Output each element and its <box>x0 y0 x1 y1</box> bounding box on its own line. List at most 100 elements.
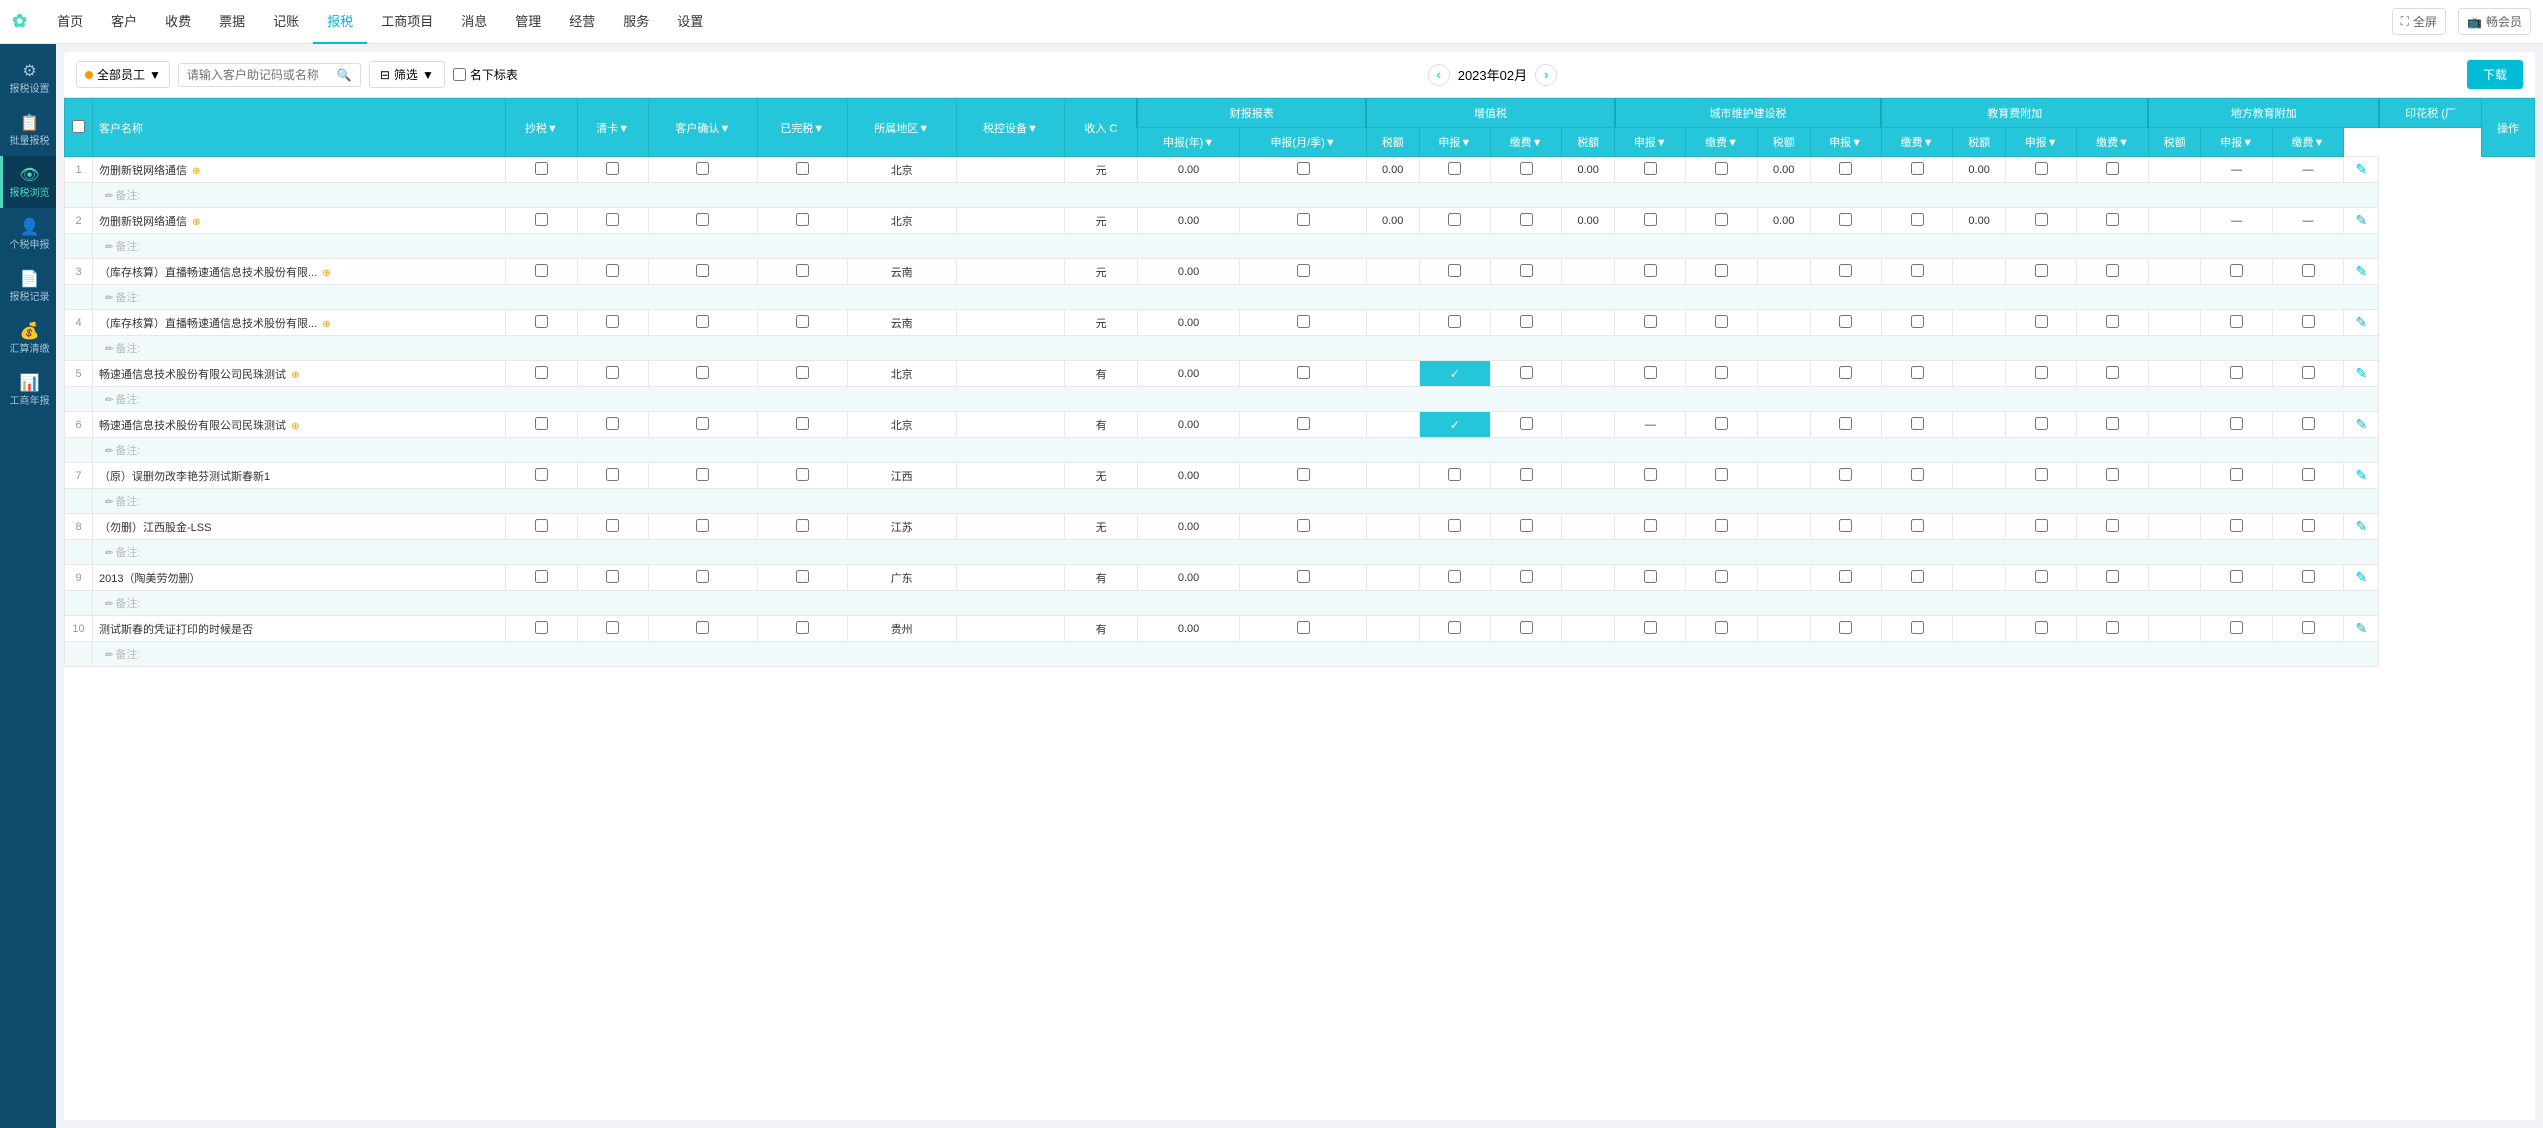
cp-checkbox[interactable] <box>1715 213 1728 226</box>
clear-card-checkbox[interactable] <box>606 213 619 226</box>
edit-icon[interactable]: ✎ <box>2355 365 2367 381</box>
search-input[interactable] <box>187 68 337 82</box>
vip-button[interactable]: 📺 畅会员 <box>2458 8 2531 35</box>
copy-tax-checkbox[interactable] <box>535 264 548 277</box>
edu-pay-cell <box>1881 157 1952 183</box>
nav-message[interactable]: 消息 <box>447 0 501 44</box>
nav-commerce[interactable]: 工商项目 <box>367 0 447 44</box>
lp-checkbox[interactable] <box>2106 213 2119 226</box>
nav-service[interactable]: 服务 <box>609 0 663 44</box>
income-cell: 元 <box>1065 208 1137 234</box>
sidebar-item-batch-tax[interactable]: 📋 批量报税 <box>0 104 56 156</box>
rm-checkbox[interactable] <box>1297 213 1310 226</box>
action-cell[interactable]: ✎ <box>2344 310 2379 336</box>
cr-checkbox[interactable] <box>1644 213 1657 226</box>
confirm-checkbox[interactable] <box>696 213 709 226</box>
ep-checkbox[interactable] <box>1911 162 1924 175</box>
paid-checkbox[interactable] <box>796 264 809 277</box>
edit-icon[interactable]: ✎ <box>2355 314 2367 330</box>
date-next-button[interactable]: › <box>1535 64 1557 86</box>
vp-checkbox[interactable] <box>1520 162 1533 175</box>
row-num: 4 <box>65 310 93 336</box>
copy-tax-checkbox[interactable] <box>535 213 548 226</box>
sidebar-item-annual-settlement[interactable]: 💰 汇算清缴 <box>0 312 56 364</box>
vr-checkbox[interactable] <box>1448 213 1461 226</box>
edit-icon[interactable]: ✎ <box>2355 620 2367 636</box>
col-group-stamp: 印花税 (厂 <box>2379 99 2482 128</box>
edit-icon[interactable]: ✎ <box>2355 518 2367 534</box>
nav-billing[interactable]: 收费 <box>151 0 205 44</box>
action-cell[interactable]: ✎ <box>2344 463 2379 489</box>
edit-icon[interactable]: ✎ <box>2355 467 2367 483</box>
ep-checkbox[interactable] <box>1911 213 1924 226</box>
action-cell[interactable]: ✎ <box>2344 208 2379 234</box>
action-cell[interactable]: ✎ <box>2344 361 2379 387</box>
fullscreen-button[interactable]: ⛶ 全屏 <box>2392 8 2446 35</box>
lp-checkbox[interactable] <box>2106 162 2119 175</box>
nav-invoice[interactable]: 票据 <box>205 0 259 44</box>
nav-operation[interactable]: 经营 <box>555 0 609 44</box>
copy-tax-checkbox[interactable] <box>535 162 548 175</box>
cr-checkbox[interactable] <box>1644 162 1657 175</box>
sidebar-item-personal-tax[interactable]: 👤 个税申报 <box>0 208 56 260</box>
employee-filter-select[interactable]: 全部员工 ▼ <box>76 61 170 88</box>
sidebar-item-tax-settings[interactable]: ⚙ 报税设置 <box>0 52 56 104</box>
filter-button[interactable]: ⊟ 筛选 ▼ <box>369 61 445 88</box>
confirm-checkbox[interactable] <box>696 162 709 175</box>
sidebar-item-tax-record[interactable]: 📄 报税记录 <box>0 260 56 312</box>
col-paid-tax: 已完税▼ <box>757 99 847 157</box>
city-pay-cell <box>1686 157 1757 183</box>
action-cell[interactable]: ✎ <box>2344 157 2379 183</box>
search-box[interactable]: 🔍 <box>178 63 361 87</box>
sidebar-item-annual-report[interactable]: 📊 工商年报 <box>0 364 56 416</box>
edit-icon[interactable]: ✎ <box>2355 263 2367 279</box>
sidebar-item-tax-browse[interactable]: 👁 报税浏览 <box>0 156 56 208</box>
nav-client[interactable]: 客户 <box>97 0 151 44</box>
nav-tax[interactable]: 报税 <box>313 0 367 44</box>
er-checkbox[interactable] <box>1839 162 1852 175</box>
paid-checkbox[interactable] <box>796 213 809 226</box>
city-pay-cell <box>1686 208 1757 234</box>
nav-settings[interactable]: 设置 <box>663 0 717 44</box>
edit-icon[interactable]: ✎ <box>2355 569 2367 585</box>
vp-checkbox[interactable] <box>1520 213 1533 226</box>
region-cell: 云南 <box>847 310 956 336</box>
search-icon[interactable]: 🔍 <box>337 68 352 82</box>
nav-bookkeeping[interactable]: 记账 <box>259 0 313 44</box>
confirm-checkbox[interactable] <box>696 264 709 277</box>
edit-icon[interactable]: ✎ <box>2355 212 2367 228</box>
action-cell[interactable]: ✎ <box>2344 412 2379 438</box>
rm-checkbox[interactable] <box>1297 162 1310 175</box>
nav-home[interactable]: 首页 <box>43 0 97 44</box>
sub-col-report-year: 申报(年)▼ <box>1137 128 1240 157</box>
company-name: 勿删新锐网络通信 ⊕ <box>93 208 506 234</box>
name-checkbox-label[interactable]: 名下标表 <box>453 66 518 83</box>
nav-manage[interactable]: 管理 <box>501 0 555 44</box>
row-num: 6 <box>65 412 93 438</box>
note-row: ✏备注: <box>65 540 2535 565</box>
lr-checkbox[interactable] <box>2035 162 2048 175</box>
city-report-cell <box>1615 157 1686 183</box>
action-cell[interactable]: ✎ <box>2344 514 2379 540</box>
edit-icon[interactable]: ✎ <box>2355 416 2367 432</box>
sub-col-edu-report: 申报▼ <box>1810 128 1881 157</box>
device-cell <box>956 259 1065 285</box>
action-cell[interactable]: ✎ <box>2344 565 2379 591</box>
value-cell: 0.00 <box>1137 463 1240 489</box>
vr-checkbox[interactable] <box>1448 162 1461 175</box>
select-all-checkbox[interactable] <box>72 120 85 133</box>
cp-checkbox[interactable] <box>1715 162 1728 175</box>
download-button[interactable]: 下载 <box>2467 60 2523 89</box>
lr-checkbox[interactable] <box>2035 213 2048 226</box>
name-checkbox[interactable] <box>453 68 466 81</box>
clear-card-checkbox[interactable] <box>606 264 619 277</box>
paid-checkbox[interactable] <box>796 162 809 175</box>
er-checkbox[interactable] <box>1839 213 1852 226</box>
date-prev-button[interactable]: ‹ <box>1428 64 1450 86</box>
clear-card-checkbox[interactable] <box>606 162 619 175</box>
action-cell[interactable]: ✎ <box>2344 616 2379 642</box>
edu-amount-cell: 0.00 <box>1757 157 1810 183</box>
edit-icon[interactable]: ✎ <box>2355 161 2367 177</box>
action-cell[interactable]: ✎ <box>2344 259 2379 285</box>
table-container[interactable]: 客户名称 抄税▼ 清卡▼ 客户确认▼ 已完税▼ 所属地区▼ 税控设备▼ 收入 C… <box>64 98 2535 1120</box>
